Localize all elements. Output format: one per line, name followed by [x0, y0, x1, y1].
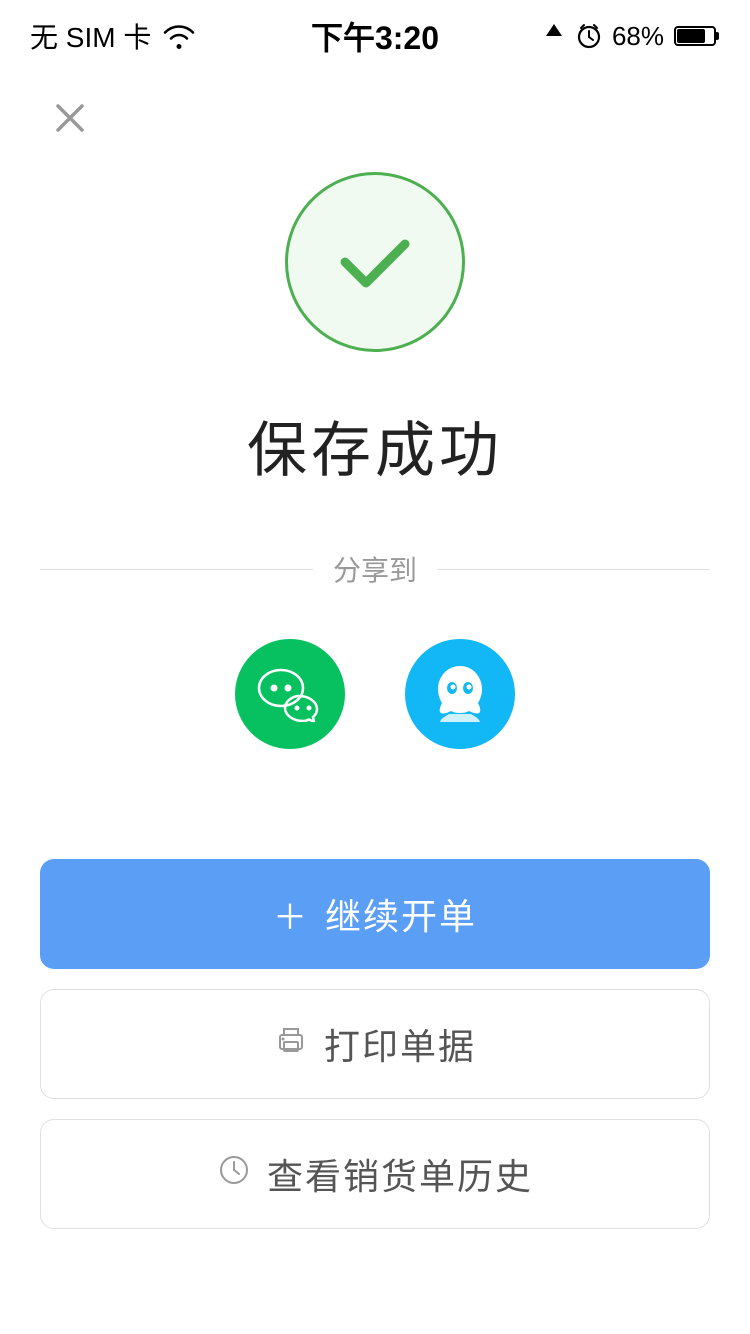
share-label: 分享到: [333, 549, 417, 589]
status-time: 下午3:20: [311, 13, 439, 59]
status-left: 无 SIM 卡: [30, 16, 197, 56]
history-label: 查看销货单历史: [267, 1148, 533, 1200]
battery-icon: [674, 24, 720, 48]
success-circle: [285, 172, 465, 352]
continue-button[interactable]: ＋ 继续开单: [40, 859, 710, 969]
qq-icon: [429, 658, 491, 730]
plus-icon: ＋: [273, 890, 309, 939]
status-bar: 无 SIM 卡 下午3:20 68%: [0, 0, 750, 72]
share-divider: 分享到: [40, 549, 710, 589]
share-icons: [40, 639, 710, 749]
success-title: 保存成功: [247, 402, 503, 489]
printer-svg: [274, 1023, 308, 1057]
wifi-icon: [161, 23, 197, 49]
qq-share-button[interactable]: [405, 639, 515, 749]
divider-right: [437, 569, 710, 570]
print-label: 打印单据: [324, 1018, 476, 1070]
location-icon: [542, 22, 566, 50]
alarm-icon: [576, 22, 602, 50]
print-button[interactable]: 打印单据: [40, 989, 710, 1099]
main-content: 保存成功 分享到: [0, 72, 750, 1229]
print-icon: [274, 1023, 308, 1066]
share-section: 分享到: [0, 549, 750, 769]
close-icon: [48, 96, 92, 140]
continue-label: 继续开单: [325, 888, 477, 940]
status-right: 68%: [542, 21, 720, 52]
close-button[interactable]: [40, 88, 100, 148]
action-buttons: ＋ 继续开单 打印单据: [0, 859, 750, 1229]
wechat-icon: [257, 666, 323, 722]
wechat-share-button[interactable]: [235, 639, 345, 749]
history-icon: [217, 1153, 251, 1196]
clock-svg: [217, 1153, 251, 1187]
checkmark-icon: [330, 217, 420, 307]
divider-left: [40, 569, 313, 570]
battery-percent: 68%: [612, 21, 664, 52]
history-button[interactable]: 查看销货单历史: [40, 1119, 710, 1229]
sim-status: 无 SIM 卡: [30, 16, 151, 56]
